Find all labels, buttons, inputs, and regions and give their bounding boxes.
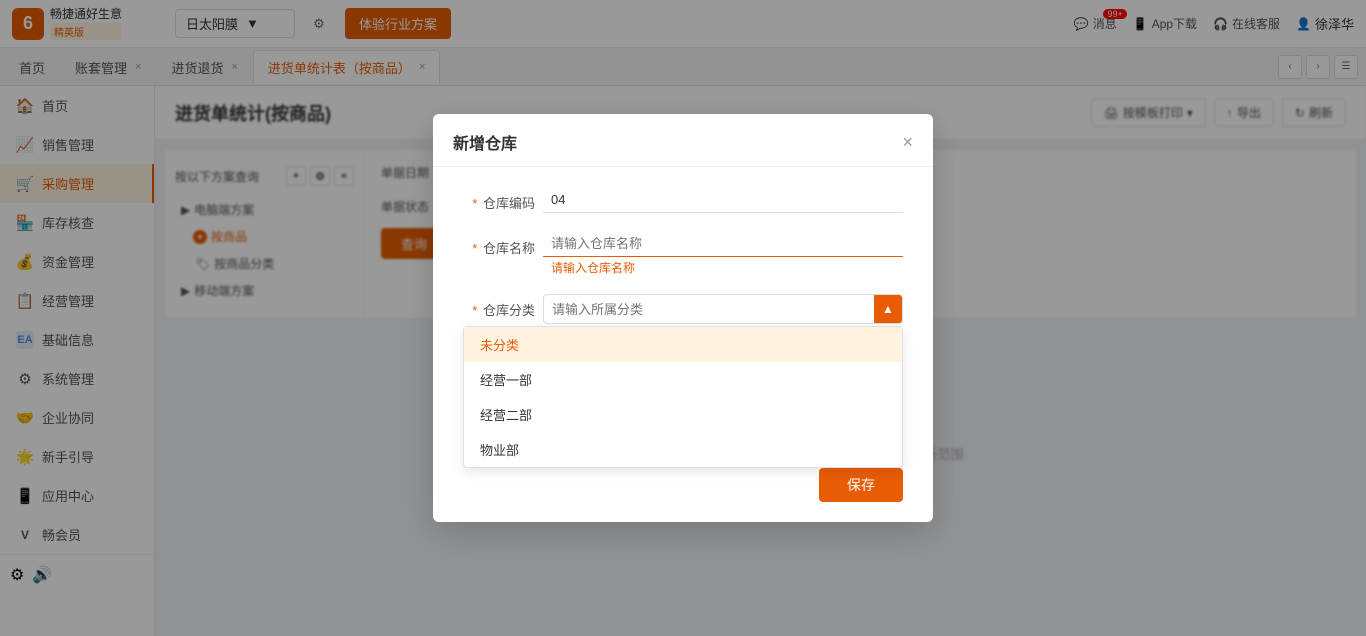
category-dropdown: 未分类 经营一部 经营二部 物业部 [463,326,903,468]
category-form-row: * 仓库分类 ▲ 未分类 经营一部 经营二部 [463,294,903,324]
code-label: * 仓库编码 [463,187,543,212]
modal-title: 新增仓库 [453,130,517,154]
category-label-text: 仓库分类 [483,303,535,318]
category-arrow-btn[interactable]: ▲ [874,295,902,323]
dropdown-item-property[interactable]: 物业部 [464,432,902,467]
name-form-row: * 仓库名称 请输入仓库名称 [463,231,903,276]
new-warehouse-modal: 新增仓库 × * 仓库编码 [433,114,933,522]
name-label-text: 仓库名称 [483,241,535,256]
modal-close-button[interactable]: × [902,132,913,153]
name-required-star: * [472,241,477,256]
name-input[interactable] [543,231,903,257]
code-label-text: 仓库编码 [483,196,535,211]
modal-overlay: 新增仓库 × * 仓库编码 [155,86,1366,636]
name-label: * 仓库名称 [463,232,543,257]
content-area: 进货单统计(按商品) 🖨 按模板打印 ▾ ↑ 导出 ↻ [155,86,1366,636]
dropdown-item-uncategorized[interactable]: 未分类 [464,327,902,362]
category-input[interactable] [544,297,874,322]
name-error-message: 请输入仓库名称 [551,259,635,276]
main-layout: 🏠 首页 📈 销售管理 🛒 采购管理 🏪 库存核查 💰 资金管理 📋 经 [0,86,1366,636]
modal-body: * 仓库编码 * 仓库名称 [433,167,933,468]
save-button[interactable]: 保存 [819,468,903,502]
code-input[interactable] [543,187,903,213]
category-label: * 仓库分类 [463,294,543,319]
dropdown-item-ops1[interactable]: 经营一部 [464,362,902,397]
code-required-star: * [472,196,477,211]
modal-header: 新增仓库 × [433,114,933,167]
code-form-row: * 仓库编码 [463,187,903,213]
category-input-wrap: ▲ [543,294,903,324]
dropdown-item-ops2[interactable]: 经营二部 [464,397,902,432]
modal-footer: 保存 [433,468,933,502]
category-required-star: * [472,303,477,318]
name-input-row: * 仓库名称 [463,231,903,257]
